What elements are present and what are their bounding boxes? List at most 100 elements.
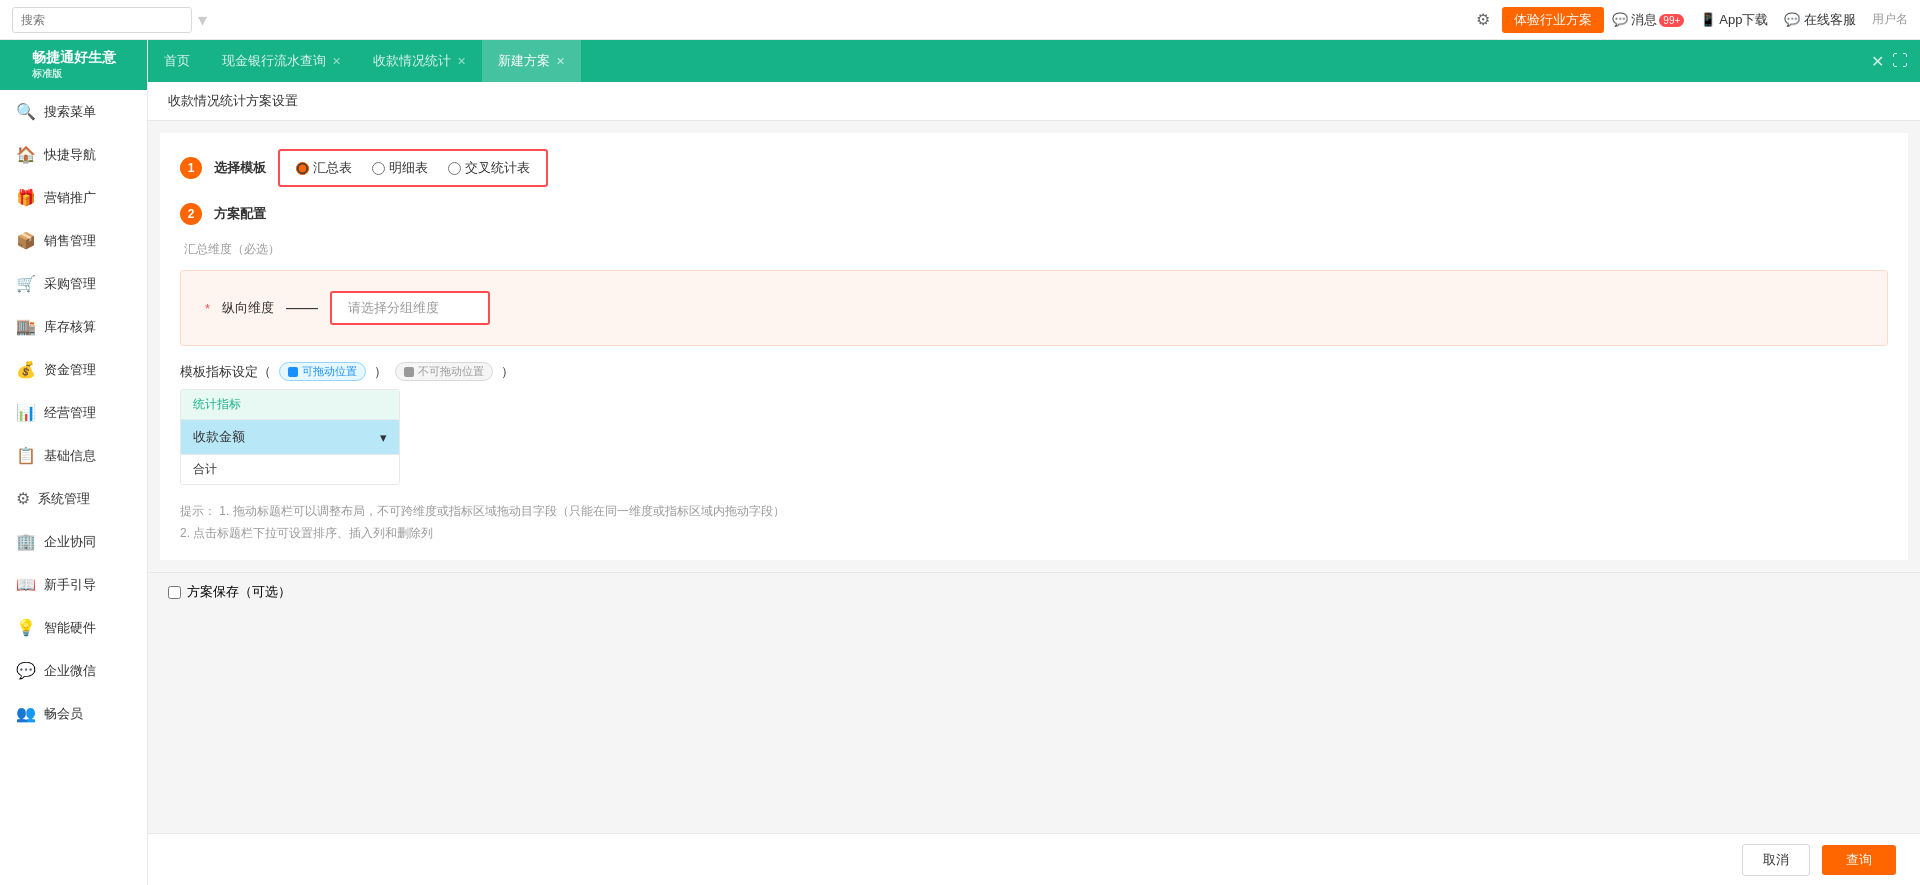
gear-icon[interactable]: ⚙: [1476, 10, 1490, 29]
main-card: 1 选择模板 汇总表 明细表 交叉统计表: [160, 133, 1908, 560]
metrics-section: 模板指标设定（ 可拖动位置 ） 不可拖动位置 ）: [180, 362, 1888, 485]
radio-detail-label: 明细表: [389, 159, 428, 177]
tab-label-receipt-stat: 收款情况统计: [373, 52, 451, 70]
sidebar-item-sales[interactable]: 📦销售管理: [0, 219, 147, 262]
metrics-category-header: 统计指标: [181, 390, 399, 420]
sidebar-item-guide[interactable]: 📖 新手引导: [0, 563, 147, 606]
user-area[interactable]: 用户名: [1872, 11, 1908, 28]
sidebar-item-quick-nav[interactable]: 🏠快捷导航: [0, 133, 147, 176]
sidebar-label-inventory: 库存核算: [44, 318, 96, 336]
sidebar-icon-system: ⚙: [16, 489, 30, 508]
sidebar-item-operations[interactable]: 📊经营管理: [0, 391, 147, 434]
radio-cross[interactable]: 交叉统计表: [448, 159, 530, 177]
query-button[interactable]: 查询: [1822, 845, 1896, 875]
sidebar-label-operations: 经营管理: [44, 404, 96, 422]
sidebar-icon-finance: 💰: [16, 360, 36, 379]
dropdown-icon[interactable]: ▾: [380, 430, 387, 445]
sidebar-icon-enterprise: 🏢: [16, 532, 36, 551]
dimension-row: * 纵向维度 —— 请选择分组维度: [205, 291, 1863, 325]
sidebar-item-system[interactable]: ⚙系统管理: [0, 477, 147, 520]
radio-detail[interactable]: 明细表: [372, 159, 428, 177]
sidebar-label-basic-info: 基础信息: [44, 447, 96, 465]
cancel-button[interactable]: 取消: [1742, 844, 1810, 876]
message-badge: 99+: [1659, 14, 1684, 27]
sidebar-label-search-menu: 搜索菜单: [44, 103, 96, 121]
sidebar-item-member[interactable]: 👥 畅会员: [0, 692, 147, 735]
radio-cross-label: 交叉统计表: [465, 159, 530, 177]
dimension-arrow: ——: [286, 299, 318, 317]
sidebar-icon-guide: 📖: [16, 575, 36, 594]
step2-section: 2 方案配置 汇总维度（必选） * 纵向维度 —— 请选择分组维度: [180, 203, 1888, 544]
sidebar-icon-marketing: 🎁: [16, 188, 36, 207]
maximize-icon[interactable]: ⛶: [1892, 52, 1908, 70]
step2-row: 2 方案配置: [180, 203, 1888, 225]
sidebar: 畅捷通好生意 标准版 🔍搜索菜单🏠快捷导航🎁营销推广📦销售管理 🛒 采购管理 🏬 库存核…: [0, 40, 148, 885]
dimension-area: * 纵向维度 —— 请选择分组维度: [180, 270, 1888, 346]
sidebar-item-basic-info[interactable]: 📋基础信息: [0, 434, 147, 477]
bottom-action-bar: 取消 查询: [148, 833, 1920, 885]
page-title: 收款情况统计方案设置: [168, 93, 298, 108]
top-search-input[interactable]: [12, 7, 192, 33]
sidebar-item-search-menu[interactable]: 🔍搜索菜单: [0, 90, 147, 133]
save-plan-checkbox[interactable]: [168, 586, 181, 599]
page-footer: 方案保存（可选）: [148, 572, 1920, 611]
sidebar-icon-quick-nav: 🏠: [16, 145, 36, 164]
tab-bank-query[interactable]: 现金银行流水查询 ✕: [206, 40, 357, 82]
tab-new-plan[interactable]: 新建方案 ✕: [482, 40, 581, 82]
main-layout: 畅捷通好生意 标准版 🔍搜索菜单🏠快捷导航🎁营销推广📦销售管理 🛒 采购管理 🏬 库存核…: [0, 40, 1920, 885]
tab-home[interactable]: 首页: [148, 40, 206, 82]
sidebar-icon-member: 👥: [16, 704, 36, 723]
tab-close-new-plan[interactable]: ✕: [556, 55, 565, 68]
step1-row: 1 选择模板 汇总表 明细表 交叉统计表: [180, 149, 1888, 187]
sidebar-label-purchase: 采购管理: [44, 275, 96, 293]
save-plan-label: 方案保存（可选）: [187, 583, 291, 601]
sidebar-item-finance[interactable]: 💰资金管理: [0, 348, 147, 391]
page-content: 收款情况统计方案设置 1 选择模板 汇总表 明细表: [148, 82, 1920, 833]
dimension-section-label: 汇总维度（必选）: [180, 241, 1888, 258]
sidebar-item-inventory[interactable]: 🏬 库存核算: [0, 305, 147, 348]
metrics-table: 统计指标 收款金额 ▾ 合计: [180, 389, 400, 485]
sidebar-icon-inventory: 🏬: [16, 317, 36, 336]
sidebar-icon-purchase: 🛒: [16, 274, 36, 293]
vertical-dim-label: 纵向维度: [222, 299, 274, 317]
message-area[interactable]: 💬 消息99+: [1612, 11, 1685, 29]
radio-summary[interactable]: 汇总表: [296, 159, 352, 177]
tab-label-bank-query: 现金银行流水查询: [222, 52, 326, 70]
dimension-select[interactable]: 请选择分组维度: [330, 291, 490, 325]
metrics-subitem-total: 合计: [181, 455, 399, 484]
tab-close-receipt-stat[interactable]: ✕: [457, 55, 466, 68]
search-area: ▾: [12, 7, 1468, 33]
sidebar-item-enterprise[interactable]: 🏢 企业协同: [0, 520, 147, 563]
sidebar-label-member: 畅会员: [44, 705, 83, 723]
required-star: *: [205, 301, 210, 316]
sidebar-icon-smart-hw: 💡: [16, 618, 36, 637]
metrics-header: 模板指标设定（ 可拖动位置 ） 不可拖动位置 ）: [180, 362, 1888, 381]
sidebar-label-enterprise: 企业协同: [44, 533, 96, 551]
metrics-item-amount[interactable]: 收款金额 ▾: [181, 420, 399, 455]
sidebar-item-marketing[interactable]: 🎁营销推广: [0, 176, 147, 219]
tip-title: 提示： 1. 拖动标题栏可以调整布局，不可跨维度或指标区域拖动目字段（只能在同一…: [180, 501, 1888, 523]
sidebar-icon-wechat: 💬: [16, 661, 36, 680]
template-selection: 汇总表 明细表 交叉统计表: [278, 149, 548, 187]
sidebar-item-smart-hw[interactable]: 💡 智能硬件: [0, 606, 147, 649]
tab-bar: 首页 现金银行流水查询 ✕ 收款情况统计 ✕ 新建方案 ✕ ✕ ⛶: [148, 40, 1920, 82]
sidebar-item-wechat[interactable]: 💬企业微信: [0, 649, 147, 692]
tab-receipt-stat[interactable]: 收款情况统计 ✕: [357, 40, 482, 82]
sidebar-item-purchase[interactable]: 🛒 采购管理: [0, 262, 147, 305]
top-bar: ▾ ⚙ 体验行业方案 💬 消息99+ 📱 App下载 💬 在线客服 用户名: [0, 0, 1920, 40]
tab-label-home: 首页: [164, 52, 190, 70]
support-area[interactable]: 💬 在线客服: [1784, 11, 1856, 29]
sidebar-label-guide: 新手引导: [44, 576, 96, 594]
step2-label: 方案配置: [214, 205, 266, 223]
sidebar-label-sales: 销售管理: [44, 232, 96, 250]
close-window-icon[interactable]: ✕: [1871, 52, 1884, 71]
tab-label-new-plan: 新建方案: [498, 52, 550, 70]
step1-circle: 1: [180, 157, 202, 179]
sidebar-logo: 畅捷通好生意 标准版: [0, 40, 147, 90]
trial-button[interactable]: 体验行业方案: [1502, 7, 1604, 33]
sidebar-label-smart-hw: 智能硬件: [44, 619, 96, 637]
search-dropdown-icon[interactable]: ▾: [198, 9, 207, 31]
tab-close-bank-query[interactable]: ✕: [332, 55, 341, 68]
download-area[interactable]: 📱 App下载: [1700, 11, 1768, 29]
save-checkbox-area[interactable]: 方案保存（可选）: [168, 583, 291, 601]
